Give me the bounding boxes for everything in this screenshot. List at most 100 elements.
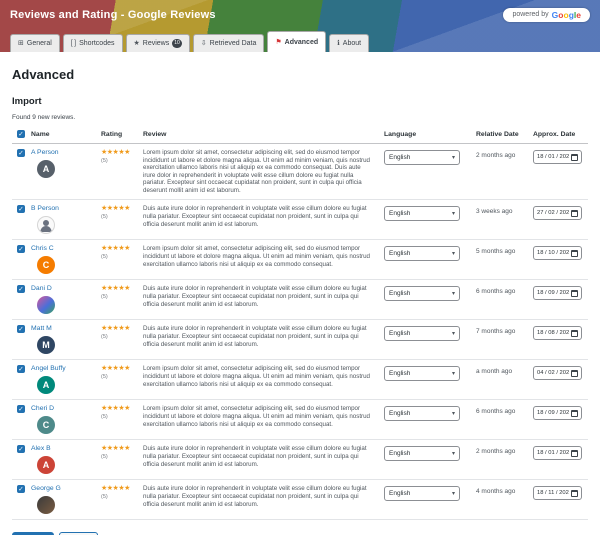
rating-count: (5) (101, 254, 108, 261)
reviewer-name-link[interactable]: Dani D (31, 285, 95, 292)
reviewer-name-link[interactable]: A Person (31, 149, 95, 156)
name-cell: Chris C C (28, 245, 98, 275)
column-header-rating: Rating (101, 131, 123, 138)
select-all-checkbox[interactable]: ✓ (17, 130, 25, 138)
flag-icon (275, 39, 281, 46)
approx-date-input[interactable]: 18 / 08 / 202 (533, 326, 583, 341)
language-select-value: English (389, 450, 411, 458)
language-select[interactable]: English ▾ (384, 486, 460, 502)
row-checkbox[interactable]: ✓ (17, 205, 25, 214)
row-checkbox[interactable]: ✓ (17, 365, 25, 374)
row-checkbox-cell: ✓ (12, 485, 28, 494)
reviewer-name-link[interactable]: B Person (31, 205, 95, 212)
calendar-icon (571, 289, 579, 297)
language-select-value: English (389, 250, 411, 258)
calendar-icon (571, 329, 579, 337)
row-checkbox[interactable]: ✓ (17, 445, 25, 454)
approx-date-cell: 18 / 10 / 202 (530, 245, 588, 261)
rating-stars: ★★★★★ (101, 445, 130, 453)
rating-cell: ★★★★★ (5) (98, 149, 140, 164)
avatar: A (37, 456, 55, 475)
tab-label: Reviews (142, 40, 170, 47)
rating-stars: ★★★★★ (101, 485, 130, 493)
language-select-value: English (389, 154, 411, 161)
language-select-value: English (389, 330, 411, 338)
row-checkbox-cell: ✓ (12, 245, 28, 254)
grid-icon (18, 40, 24, 47)
rating-stars: ★★★★★ (101, 245, 130, 253)
tab-retrieved-data[interactable]: Retrieved Data (192, 34, 265, 52)
row-checkbox[interactable]: ✓ (17, 325, 25, 334)
language-select[interactable]: English ▾ (384, 150, 460, 165)
row-checkbox[interactable]: ✓ (17, 245, 25, 254)
column-header-language: Language (384, 131, 417, 138)
row-checkbox[interactable]: ✓ (17, 405, 25, 414)
table-header-row: ✓ Name Rating Review Language Relative D… (12, 127, 588, 144)
download-icon (201, 40, 207, 47)
language-cell: English ▾ (381, 245, 473, 262)
column-header-review: Review (143, 131, 167, 138)
table-row: ✓ George G ★★★★★ (5) Duis aute irure dol… (12, 480, 588, 521)
approx-date-cell: 27 / 02 / 202 (530, 205, 588, 221)
reviewer-name-link[interactable]: Chris C (31, 245, 95, 252)
row-checkbox-cell: ✓ (12, 205, 28, 214)
rating-cell: ★★★★★ (5) (98, 325, 140, 340)
row-checkbox-cell: ✓ (12, 365, 28, 374)
reviewer-name-link[interactable]: Matt M (31, 325, 95, 332)
avatar: C (37, 256, 55, 275)
language-select[interactable]: English ▾ (384, 286, 460, 302)
approx-date-value: 18 / 10 / 202 (537, 250, 570, 257)
language-select[interactable]: English ▾ (384, 246, 460, 262)
reviewer-name-link[interactable]: Angel Buffy (31, 365, 95, 372)
approx-date-cell: 18 / 09 / 202 (530, 405, 588, 421)
row-checkbox[interactable]: ✓ (17, 485, 25, 494)
language-select[interactable]: English ▾ (384, 406, 460, 422)
approx-date-value: 18 / 01 / 202 (537, 154, 570, 160)
tab-label: Advanced (284, 38, 319, 46)
rating-stars: ★★★★★ (101, 149, 130, 156)
rating-stars: ★★★★★ (101, 405, 130, 413)
approx-date-input[interactable]: 18 / 09 / 202 (533, 286, 583, 301)
name-cell: B Person (28, 205, 98, 235)
approx-date-input[interactable]: 27 / 02 / 202 (533, 206, 583, 221)
approx-date-input[interactable]: 18 / 10 / 202 (533, 246, 583, 261)
relative-date: 5 months ago (476, 248, 516, 256)
language-select[interactable]: English ▾ (384, 326, 460, 342)
review-text: Duis aute irure dolor in reprehenderit i… (143, 445, 367, 468)
powered-by-label: powered by (512, 11, 549, 18)
tab-shortcodes[interactable]: Shortcodes (62, 34, 123, 52)
language-cell: English ▾ (381, 365, 473, 382)
language-select[interactable]: English ▾ (384, 206, 460, 222)
row-checkbox-cell: ✓ (12, 405, 28, 414)
tab-general[interactable]: General (10, 34, 60, 52)
reviewer-name-link[interactable]: Alex B (31, 445, 95, 452)
star-icon (134, 40, 140, 47)
rating-count: (5) (101, 294, 108, 301)
name-cell: Matt M M (28, 325, 98, 355)
reviewer-name-link[interactable]: George G (31, 485, 95, 492)
chevron-down-icon: ▾ (451, 451, 455, 458)
table-row: ✓ Alex B A ★★★★★ (5) Duis aute irure dol… (12, 440, 588, 481)
tab-about[interactable]: About (329, 34, 370, 52)
tab-reviews[interactable]: Reviews 10 (125, 34, 190, 52)
language-select-value: English (389, 290, 411, 298)
row-checkbox[interactable]: ✓ (17, 285, 25, 294)
tab-advanced[interactable]: Advanced (267, 31, 327, 52)
approx-date-input[interactable]: 18 / 01 / 202 (533, 446, 583, 461)
language-cell: English ▾ (381, 205, 473, 222)
approx-date-input[interactable]: 04 / 02 / 202 (533, 366, 583, 381)
rating-stars: ★★★★★ (101, 285, 130, 293)
relative-date: 3 weeks ago (476, 208, 513, 216)
language-select[interactable]: English ▾ (384, 366, 460, 382)
calendar-icon (570, 489, 578, 497)
approx-date-input[interactable]: 18 / 01 / 202 (533, 150, 583, 164)
avatar (37, 296, 55, 315)
tab-label: Shortcodes (79, 40, 115, 47)
approx-date-cell: 18 / 01 / 202 (530, 149, 588, 164)
row-checkbox[interactable]: ✓ (17, 149, 25, 157)
language-select[interactable]: English ▾ (384, 446, 460, 462)
approx-date-input[interactable]: 18 / 11 / 202 (533, 486, 582, 501)
reviewer-name-link[interactable]: Cheri D (31, 405, 95, 412)
title-row: Reviews and Rating - Google Reviews powe… (0, 0, 600, 29)
approx-date-input[interactable]: 18 / 09 / 202 (533, 406, 583, 421)
